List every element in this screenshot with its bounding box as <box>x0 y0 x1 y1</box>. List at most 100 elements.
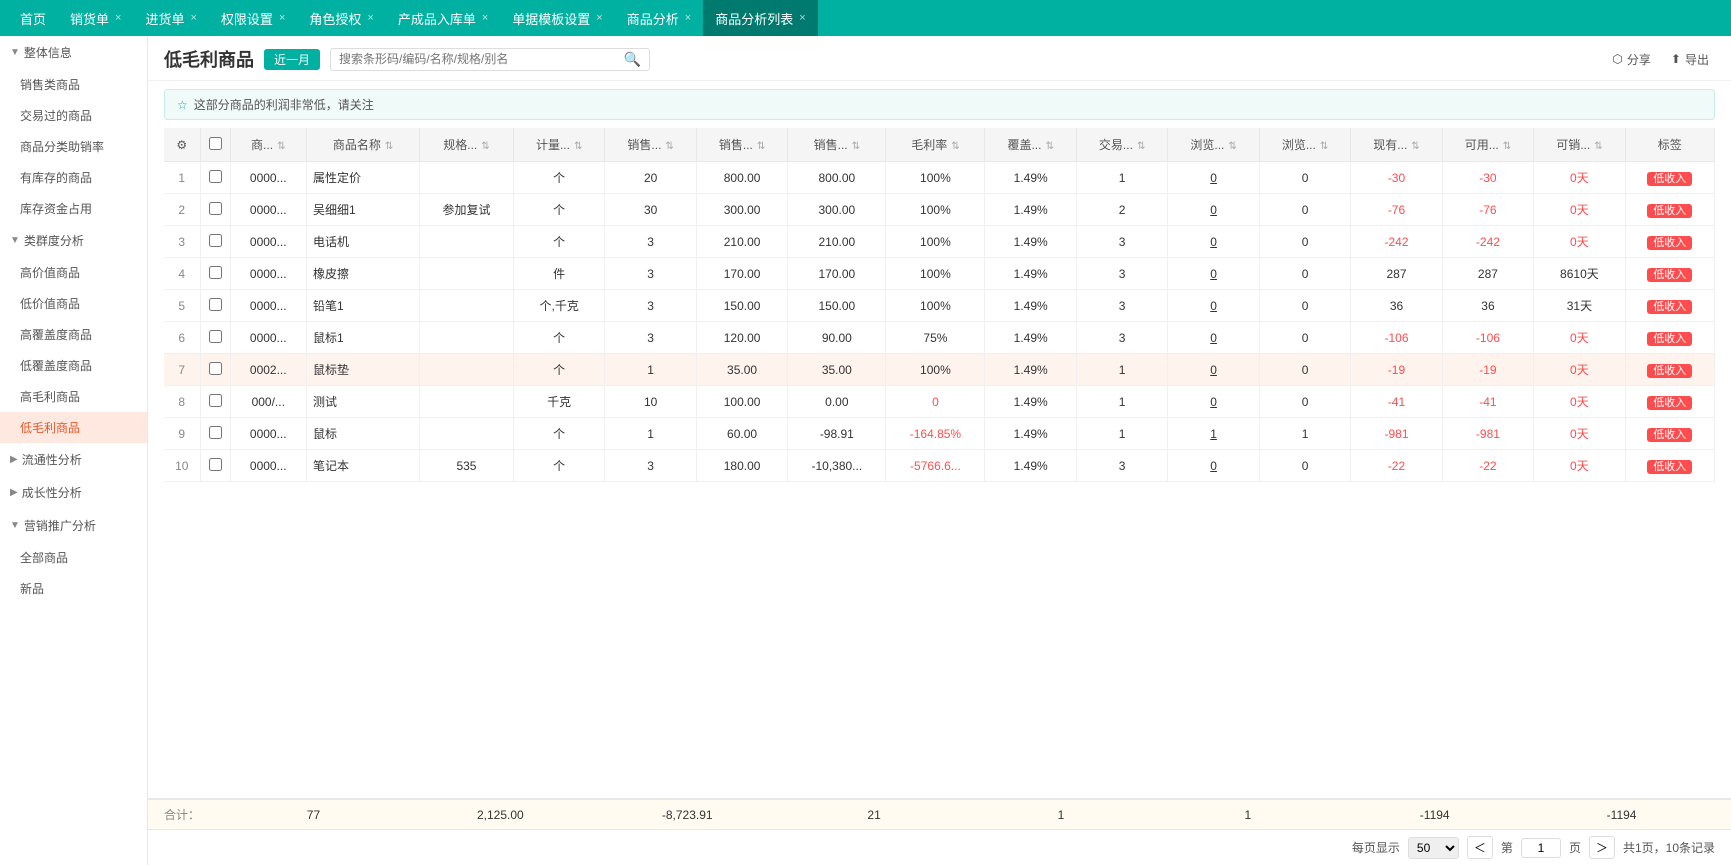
sidebar-group-marketing[interactable]: ▼ 营销推广分析 <box>0 509 147 542</box>
cell-num: 10 <box>164 450 200 482</box>
cell-code: 0002... <box>230 354 307 386</box>
cell-checkbox[interactable] <box>200 290 230 322</box>
cell-browse1[interactable]: 0 <box>1168 450 1259 482</box>
cell-amount: -10,380... <box>788 450 886 482</box>
notice-bar: ☆ 这部分商品的利润非常低，请关注 <box>164 89 1715 120</box>
sidebar-group-general[interactable]: ▼ 整体信息 <box>0 36 147 69</box>
sidebar-item-capital[interactable]: 库存资金占用 <box>0 193 147 224</box>
sidebar-item-category-rate[interactable]: 商品分类助销率 <box>0 131 147 162</box>
prev-page-button[interactable]: ＜ <box>1467 836 1493 859</box>
row-checkbox[interactable] <box>209 266 222 279</box>
close-icon[interactable]: × <box>596 12 602 24</box>
cell-browse1[interactable]: 0 <box>1168 162 1259 194</box>
sidebar-item-high-coverage[interactable]: 高覆盖度商品 <box>0 319 147 350</box>
cell-margin: 100% <box>886 226 985 258</box>
row-checkbox[interactable] <box>209 298 222 311</box>
sidebar-item-low-value[interactable]: 低价值商品 <box>0 288 147 319</box>
cell-checkbox[interactable] <box>200 450 230 482</box>
row-checkbox[interactable] <box>209 202 222 215</box>
sidebar-item-low-coverage[interactable]: 低覆盖度商品 <box>0 350 147 381</box>
row-checkbox[interactable] <box>209 362 222 375</box>
cell-margin: 0 <box>886 386 985 418</box>
close-icon[interactable]: × <box>115 12 121 24</box>
cell-browse1[interactable]: 0 <box>1168 290 1259 322</box>
close-icon[interactable]: × <box>190 12 196 24</box>
cell-checkbox[interactable] <box>200 162 230 194</box>
row-checkbox[interactable] <box>209 330 222 343</box>
cell-current: -76 <box>1351 194 1442 226</box>
nav-analysis[interactable]: 商品分析 × <box>615 0 703 36</box>
cell-checkbox[interactable] <box>200 258 230 290</box>
cell-amount: 210.00 <box>788 226 886 258</box>
cell-qty: 3 <box>605 258 696 290</box>
sidebar-item-all-goods[interactable]: 全部商品 <box>0 542 147 573</box>
table-row: 2 0000... 吴细细1 参加复试 个 30 300.00 300.00 1… <box>164 194 1715 226</box>
nav-products[interactable]: 产成品入库单 × <box>386 0 500 36</box>
cell-qty: 1 <box>605 354 696 386</box>
cell-unit: 个,千克 <box>513 290 604 322</box>
cell-available: -41 <box>1442 386 1533 418</box>
cell-checkbox[interactable] <box>200 354 230 386</box>
sidebar-item-sales-goods[interactable]: 销售类商品 <box>0 69 147 100</box>
cell-browse1[interactable]: 0 <box>1168 322 1259 354</box>
cell-coverage: 1.49% <box>985 194 1076 226</box>
row-checkbox[interactable] <box>209 458 222 471</box>
cell-browse1[interactable]: 1 <box>1168 418 1259 450</box>
export-button[interactable]: ⬆ 导出 <box>1665 49 1715 70</box>
sidebar-item-stock-goods[interactable]: 有库存的商品 <box>0 162 147 193</box>
next-page-button[interactable]: ＞ <box>1589 836 1615 859</box>
tag-badge: 低收入 <box>1647 364 1692 378</box>
nav-purchase[interactable]: 进货单 × <box>133 0 208 36</box>
cell-num: 8 <box>164 386 200 418</box>
close-icon[interactable]: × <box>799 12 805 24</box>
cell-margin: 100% <box>886 194 985 226</box>
cell-browse2: 0 <box>1259 322 1350 354</box>
search-input[interactable] <box>339 52 624 66</box>
cell-checkbox[interactable] <box>200 322 230 354</box>
nav-analysis-list[interactable]: 商品分析列表 × <box>703 0 817 36</box>
th-code: 商...⇅ <box>230 128 307 162</box>
cell-browse1[interactable]: 0 <box>1168 386 1259 418</box>
row-checkbox[interactable] <box>209 394 222 407</box>
cell-trade: 1 <box>1076 418 1167 450</box>
close-icon[interactable]: × <box>367 12 373 24</box>
cell-checkbox[interactable] <box>200 194 230 226</box>
nav-roles[interactable]: 角色授权 × <box>297 0 385 36</box>
nav-sales[interactable]: 销货单 × <box>58 0 133 36</box>
settings-icon[interactable]: ⚙ <box>176 138 187 152</box>
cell-checkbox[interactable] <box>200 418 230 450</box>
page-number-input[interactable] <box>1521 838 1561 858</box>
sidebar-group-cluster[interactable]: ▼ 类群度分析 <box>0 224 147 257</box>
row-checkbox[interactable] <box>209 170 222 183</box>
row-checkbox[interactable] <box>209 426 222 439</box>
time-tag-button[interactable]: 近一月 <box>264 49 320 70</box>
sidebar-group-flow[interactable]: ▶ 流通性分析 <box>0 443 147 476</box>
footer-current: -1194 <box>1341 808 1528 822</box>
sidebar-item-high-value[interactable]: 高价值商品 <box>0 257 147 288</box>
nav-home[interactable]: 首页 <box>8 0 58 36</box>
sidebar-item-new-goods[interactable]: 新品 <box>0 573 147 604</box>
th-available: 可用...⇅ <box>1442 128 1533 162</box>
nav-templates[interactable]: 单据模板设置 × <box>500 0 614 36</box>
cell-qty: 1 <box>605 418 696 450</box>
cell-checkbox[interactable] <box>200 226 230 258</box>
select-all-checkbox[interactable] <box>209 137 222 150</box>
close-icon[interactable]: × <box>685 12 691 24</box>
cell-browse1[interactable]: 0 <box>1168 226 1259 258</box>
close-icon[interactable]: × <box>279 12 285 24</box>
sidebar-group-growth[interactable]: ▶ 成长性分析 <box>0 476 147 509</box>
close-icon[interactable]: × <box>482 12 488 24</box>
cell-browse1[interactable]: 0 <box>1168 354 1259 386</box>
cell-unit: 件 <box>513 258 604 290</box>
cell-available: -19 <box>1442 354 1533 386</box>
nav-permissions[interactable]: 权限设置 × <box>209 0 297 36</box>
cell-checkbox[interactable] <box>200 386 230 418</box>
cell-browse1[interactable]: 0 <box>1168 194 1259 226</box>
sidebar-item-low-margin[interactable]: 低毛利商品 <box>0 412 147 443</box>
sidebar-item-traded-goods[interactable]: 交易过的商品 <box>0 100 147 131</box>
page-size-select[interactable]: 50 20 100 <box>1408 837 1459 859</box>
share-button[interactable]: ⬡ 分享 <box>1606 49 1657 70</box>
cell-browse1[interactable]: 0 <box>1168 258 1259 290</box>
row-checkbox[interactable] <box>209 234 222 247</box>
sidebar-item-high-margin[interactable]: 高毛利商品 <box>0 381 147 412</box>
